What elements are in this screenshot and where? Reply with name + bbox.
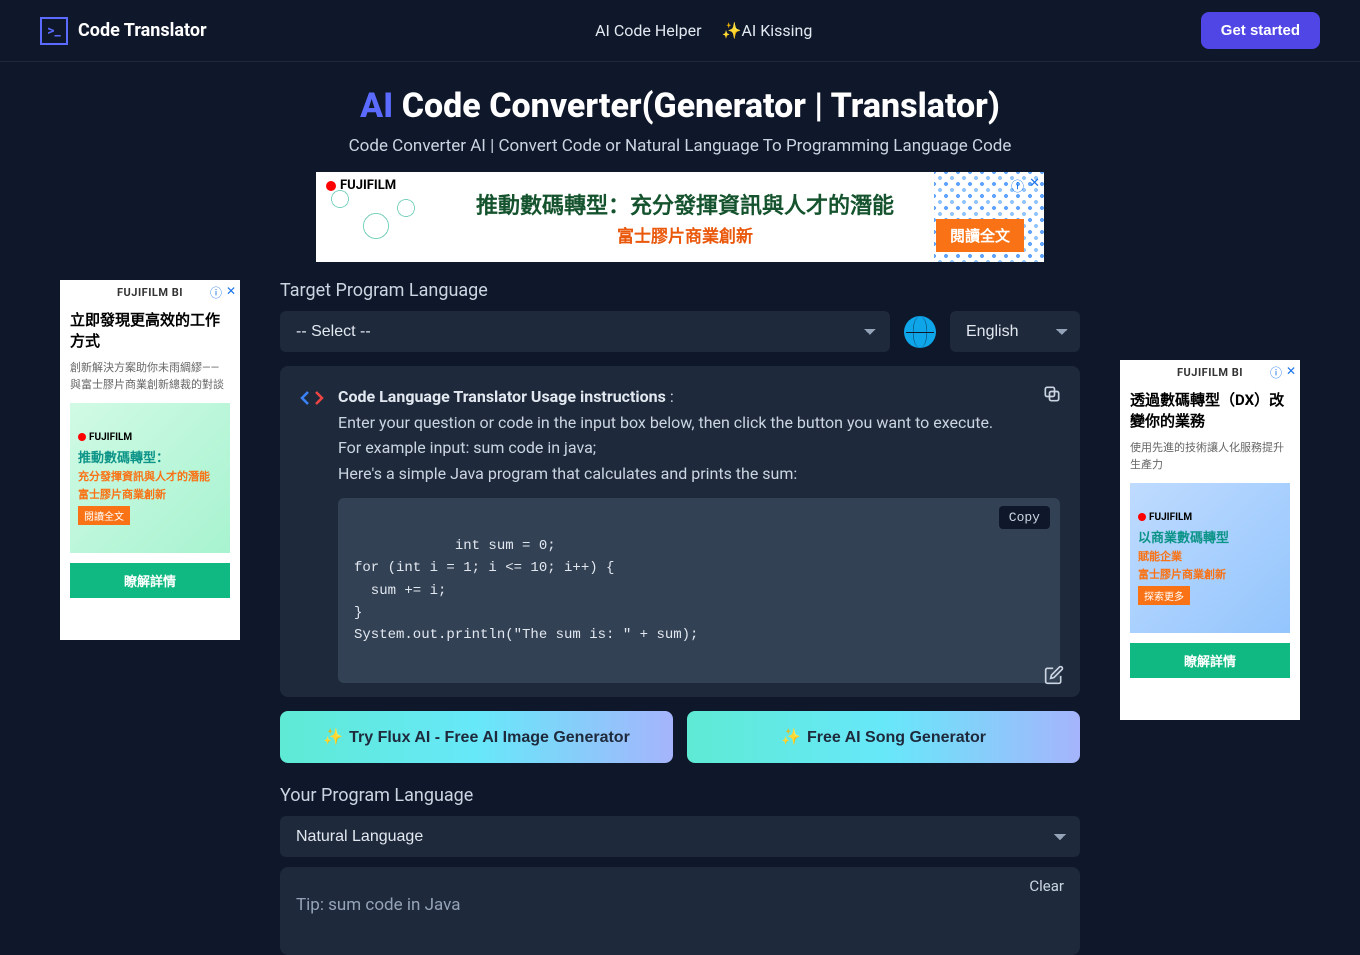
title-ai: AI <box>360 86 393 126</box>
code-copy-button[interactable]: Copy <box>999 506 1050 529</box>
brand-name: Code Translator <box>78 20 207 41</box>
ad-info-icon[interactable]: ⓘ <box>1011 176 1024 195</box>
right-ad-title: 透過數碼轉型（DX）改變你的業務 <box>1130 390 1290 432</box>
right-ad-desc: 使用先進的技術讓人化服務提升生產力 <box>1130 440 1290 473</box>
banner-ad[interactable]: FUJIFILM ⓘ ✕ 推動數碼轉型：充分發揮資訊與人才的潛能 富士膠片商業創… <box>316 172 1044 262</box>
instructions-line3: Here's a simple Java program that calcul… <box>338 464 797 483</box>
left-sidebar: FUJIFILM BI ⓘ ✕ 立即發現更高效的工作方式 創新解決方案助你未雨綢… <box>40 280 260 640</box>
target-language-select[interactable]: -- Select -- <box>280 311 890 352</box>
left-ad-brand: FUJIFILM BI <box>117 286 183 299</box>
promo-row: ✨Try Flux AI - Free AI Image Generator ✨… <box>280 711 1080 763</box>
sparkle-icon: ✨ <box>323 729 343 746</box>
ui-language-select[interactable]: English <box>950 311 1080 352</box>
nav-ai-code-helper[interactable]: AI Code Helper <box>595 21 701 40</box>
instructions-heading: Code Language Translator Usage instructi… <box>338 387 666 406</box>
promo-flux-button[interactable]: ✨Try Flux AI - Free AI Image Generator <box>280 711 673 763</box>
instructions-line1: Enter your question or code in the input… <box>338 413 993 432</box>
right-ad[interactable]: FUJIFILM BI ⓘ ✕ 透過數碼轉型（DX）改變你的業務 使用先進的技術… <box>1120 360 1300 720</box>
instructions-body: Code Language Translator Usage instructi… <box>338 384 1060 683</box>
clear-button[interactable]: Clear <box>1029 877 1064 895</box>
ad-headline: 推動數碼轉型：充分發揮資訊與人才的潛能 富士膠片商業創新 <box>436 188 934 247</box>
promo-song-button[interactable]: ✨Free AI Song Generator <box>687 711 1080 763</box>
left-ad[interactable]: FUJIFILM BI ⓘ ✕ 立即發現更高效的工作方式 創新解決方案助你未雨綢… <box>60 280 240 640</box>
target-select-row: -- Select -- English <box>280 311 1080 352</box>
page-subtitle: Code Converter AI | Convert Code or Natu… <box>0 136 1360 156</box>
globe-icon <box>904 316 936 348</box>
logo-icon: >_ <box>40 17 68 45</box>
top-header: >_ Code Translator AI Code Helper ✨AI Ki… <box>0 0 1360 62</box>
get-started-button[interactable]: Get started <box>1201 12 1320 49</box>
example-code-block: Copy int sum = 0; for (int i = 1; i <= 10… <box>338 498 1060 683</box>
left-ad-desc: 創新解決方案助你未雨綢繆——與富士膠片商業創新總裁的對談 <box>70 360 230 393</box>
left-ad-title: 立即發現更高效的工作方式 <box>70 310 230 352</box>
right-ad-close-icon[interactable]: ✕ <box>1286 364 1296 378</box>
right-ad-button[interactable]: 瞭解詳情 <box>1130 643 1290 678</box>
right-sidebar: FUJIFILM BI ⓘ ✕ 透過數碼轉型（DX）改變你的業務 使用先進的技術… <box>1100 280 1320 720</box>
code-icon <box>300 386 324 410</box>
right-ad-image: FUJIFILM 以商業數碼轉型 賦能企業 富士膠片商業創新 探索更多 <box>1130 483 1290 633</box>
edit-icon[interactable] <box>1044 665 1064 685</box>
example-code: int sum = 0; for (int i = 1; i <= 10; i+… <box>354 538 698 644</box>
title-rest: Code Converter(Generator | Translator) <box>393 86 1000 126</box>
ad-close-icon[interactable]: ✕ <box>1029 176 1040 191</box>
your-language-label: Your Program Language <box>280 785 1080 806</box>
nav-ai-kissing[interactable]: ✨AI Kissing <box>722 21 813 40</box>
right-ad-info-icon[interactable]: ⓘ <box>1270 364 1282 381</box>
code-input[interactable] <box>296 895 1064 935</box>
your-language-select[interactable]: Natural Language <box>280 816 1080 857</box>
sparkle-icon: ✨ <box>781 729 801 746</box>
left-ad-close-icon[interactable]: ✕ <box>226 284 236 298</box>
left-ad-image: FUJIFILM 推動數碼轉型： 充分發揮資訊與人才的潛能 富士膠片商業創新 閱… <box>70 403 230 553</box>
ad-brand: FUJIFILM <box>326 178 396 193</box>
target-language-label: Target Program Language <box>280 280 1080 301</box>
nav-links: AI Code Helper ✨AI Kissing <box>595 21 812 40</box>
page-title: AI Code Converter(Generator | Translator… <box>0 86 1360 126</box>
ad-cta[interactable]: 閱讀全文 <box>936 219 1024 252</box>
left-ad-info-icon[interactable]: ⓘ <box>210 284 222 301</box>
right-ad-brand: FUJIFILM BI <box>1177 366 1243 379</box>
instructions-line2: For example input: sum code in java; <box>338 438 596 457</box>
hero: AI Code Converter(Generator | Translator… <box>0 62 1360 268</box>
brand[interactable]: >_ Code Translator <box>40 17 207 45</box>
instructions-panel: Code Language Translator Usage instructi… <box>280 366 1080 697</box>
main-content: Target Program Language -- Select -- Eng… <box>280 280 1080 955</box>
input-panel: Clear <box>280 867 1080 955</box>
left-ad-button[interactable]: 瞭解詳情 <box>70 563 230 598</box>
copy-icon[interactable] <box>1042 384 1062 404</box>
